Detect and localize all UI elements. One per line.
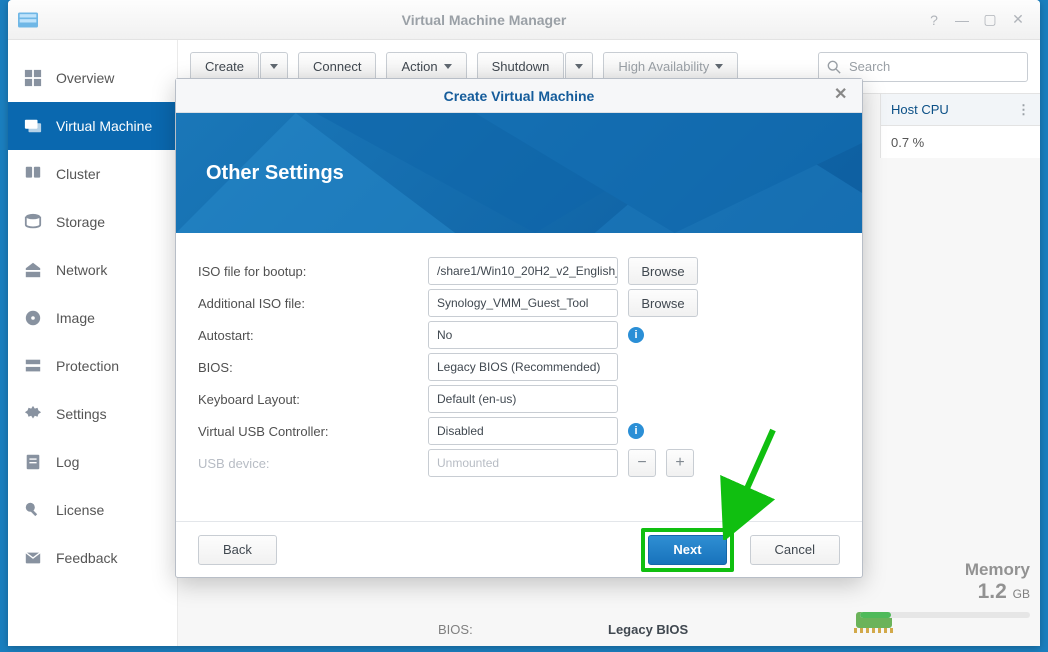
info-icon[interactable]: i bbox=[628, 423, 644, 439]
modal-form: ISO file for bootup: /share1/Win10_20H2_… bbox=[176, 233, 862, 479]
feedback-icon bbox=[24, 549, 42, 567]
storage-icon bbox=[24, 213, 42, 231]
connect-label: Connect bbox=[313, 59, 361, 74]
create-vm-modal: Create Virtual Machine ✕ Other Settings … bbox=[175, 78, 863, 578]
sidebar-item-label: Network bbox=[56, 262, 107, 278]
usb-device-select: Unmounted bbox=[428, 449, 618, 477]
app-icon bbox=[18, 12, 38, 28]
sidebar-item-feedback[interactable]: Feedback bbox=[8, 534, 177, 582]
modal-footer: Back Next Cancel bbox=[176, 521, 862, 577]
column-menu-icon[interactable]: ⋮ bbox=[1017, 102, 1030, 118]
sidebar-item-virtual-machine[interactable]: Virtual Machine bbox=[8, 102, 177, 150]
chevron-down-icon bbox=[715, 64, 723, 69]
info-icon[interactable]: i bbox=[628, 327, 644, 343]
autostart-label: Autostart: bbox=[198, 328, 428, 343]
memory-value: 1.1.2 GB bbox=[860, 580, 1030, 604]
sidebar-item-label: License bbox=[56, 502, 104, 518]
column-label: Host CPU bbox=[891, 102, 949, 117]
chevron-down-icon bbox=[444, 64, 452, 69]
keyboard-label: Keyboard Layout: bbox=[198, 392, 428, 407]
image-icon bbox=[24, 309, 42, 327]
overview-icon bbox=[24, 69, 42, 87]
next-button[interactable]: Next bbox=[648, 535, 726, 565]
sidebar-item-label: Overview bbox=[56, 70, 114, 86]
action-label: Action bbox=[401, 59, 437, 74]
sidebar-item-license[interactable]: License bbox=[8, 486, 177, 534]
sidebar-item-label: Storage bbox=[56, 214, 105, 230]
remove-usb-button[interactable]: − bbox=[628, 449, 656, 477]
keyboard-select[interactable]: Default (en-us) bbox=[428, 385, 618, 413]
vm-icon bbox=[24, 117, 42, 135]
sidebar-item-label: Virtual Machine bbox=[56, 118, 152, 134]
add-usb-button[interactable]: + bbox=[666, 449, 694, 477]
sidebar-item-protection[interactable]: Protection bbox=[8, 342, 177, 390]
iso-label: ISO file for bootup: bbox=[198, 264, 428, 279]
sidebar-item-cluster[interactable]: Cluster bbox=[8, 150, 177, 198]
table-header-host-cpu[interactable]: Host CPU ⋮ bbox=[880, 94, 1040, 126]
addl-iso-select[interactable]: Synology_VMM_Guest_Tool bbox=[428, 289, 618, 317]
ha-button[interactable]: High Availability bbox=[603, 52, 738, 82]
bios-select[interactable]: Legacy BIOS (Recommended) bbox=[428, 353, 618, 381]
table-cell-host-cpu: 0.7 % bbox=[880, 126, 1040, 158]
bg-detail-rows: BIOS:Legacy BIOS Running Host:linuxhint-… bbox=[438, 615, 689, 646]
sidebar-item-label: Protection bbox=[56, 358, 119, 374]
action-button[interactable]: Action bbox=[386, 52, 466, 82]
titlebar: Virtual Machine Manager ? — ▢ ✕ bbox=[8, 0, 1040, 40]
maximize-button[interactable]: ▢ bbox=[978, 8, 1002, 32]
usb-device-label: USB device: bbox=[198, 456, 428, 471]
close-icon[interactable]: ✕ bbox=[834, 87, 852, 105]
create-dropdown[interactable] bbox=[260, 52, 288, 82]
modal-title-text: Create Virtual Machine bbox=[444, 88, 595, 104]
help-button[interactable]: ? bbox=[922, 8, 946, 32]
sidebar-item-image[interactable]: Image bbox=[8, 294, 177, 342]
sidebar-item-label: Cluster bbox=[56, 166, 100, 182]
create-button[interactable]: Create bbox=[190, 52, 259, 82]
autostart-select[interactable]: No bbox=[428, 321, 618, 349]
shutdown-label: Shutdown bbox=[492, 59, 550, 74]
addl-iso-label: Additional ISO file: bbox=[198, 296, 428, 311]
search-placeholder: Search bbox=[849, 59, 890, 74]
network-icon bbox=[24, 261, 42, 279]
protection-icon bbox=[24, 357, 42, 375]
sidebar-item-network[interactable]: Network bbox=[8, 246, 177, 294]
iso-select[interactable]: /share1/Win10_20H2_v2_English_x64.iso bbox=[428, 257, 618, 285]
sidebar-item-log[interactable]: Log bbox=[8, 438, 177, 486]
addl-iso-browse-button[interactable]: Browse bbox=[628, 289, 698, 317]
memory-title: Memory bbox=[860, 560, 1030, 580]
license-icon bbox=[24, 501, 42, 519]
cancel-button[interactable]: Cancel bbox=[750, 535, 840, 565]
banner-title: Other Settings bbox=[206, 162, 344, 185]
modal-banner: Other Settings bbox=[176, 113, 862, 233]
shutdown-dropdown[interactable] bbox=[565, 52, 593, 82]
shutdown-button[interactable]: Shutdown bbox=[477, 52, 565, 82]
modal-titlebar: Create Virtual Machine ✕ bbox=[176, 79, 862, 113]
close-button[interactable]: ✕ bbox=[1006, 8, 1030, 32]
create-label: Create bbox=[205, 59, 244, 74]
ha-label: High Availability bbox=[618, 59, 709, 74]
minimize-button[interactable]: — bbox=[950, 8, 974, 32]
search-icon bbox=[827, 60, 841, 74]
sidebar-item-settings[interactable]: Settings bbox=[8, 390, 177, 438]
memory-panel: Memory 1.1.2 GB bbox=[860, 560, 1030, 618]
sidebar-item-label: Log bbox=[56, 454, 79, 470]
back-button[interactable]: Back bbox=[198, 535, 277, 565]
bios-label: BIOS: bbox=[198, 360, 428, 375]
sidebar: Overview Virtual Machine Cluster Storage… bbox=[8, 40, 178, 646]
window-title: Virtual Machine Manager bbox=[50, 12, 918, 28]
gear-icon bbox=[24, 405, 42, 423]
search-input[interactable]: Search bbox=[818, 52, 1028, 82]
next-highlight: Next bbox=[641, 528, 733, 572]
iso-browse-button[interactable]: Browse bbox=[628, 257, 698, 285]
sidebar-item-overview[interactable]: Overview bbox=[8, 54, 177, 102]
sidebar-item-label: Image bbox=[56, 310, 95, 326]
sidebar-item-label: Feedback bbox=[56, 550, 117, 566]
cluster-icon bbox=[24, 165, 42, 183]
log-icon bbox=[24, 453, 42, 471]
sidebar-item-storage[interactable]: Storage bbox=[8, 198, 177, 246]
connect-button[interactable]: Connect bbox=[298, 52, 376, 82]
usb-controller-label: Virtual USB Controller: bbox=[198, 424, 428, 439]
sidebar-item-label: Settings bbox=[56, 406, 107, 422]
usb-controller-select[interactable]: Disabled bbox=[428, 417, 618, 445]
memory-bar bbox=[860, 612, 1030, 618]
